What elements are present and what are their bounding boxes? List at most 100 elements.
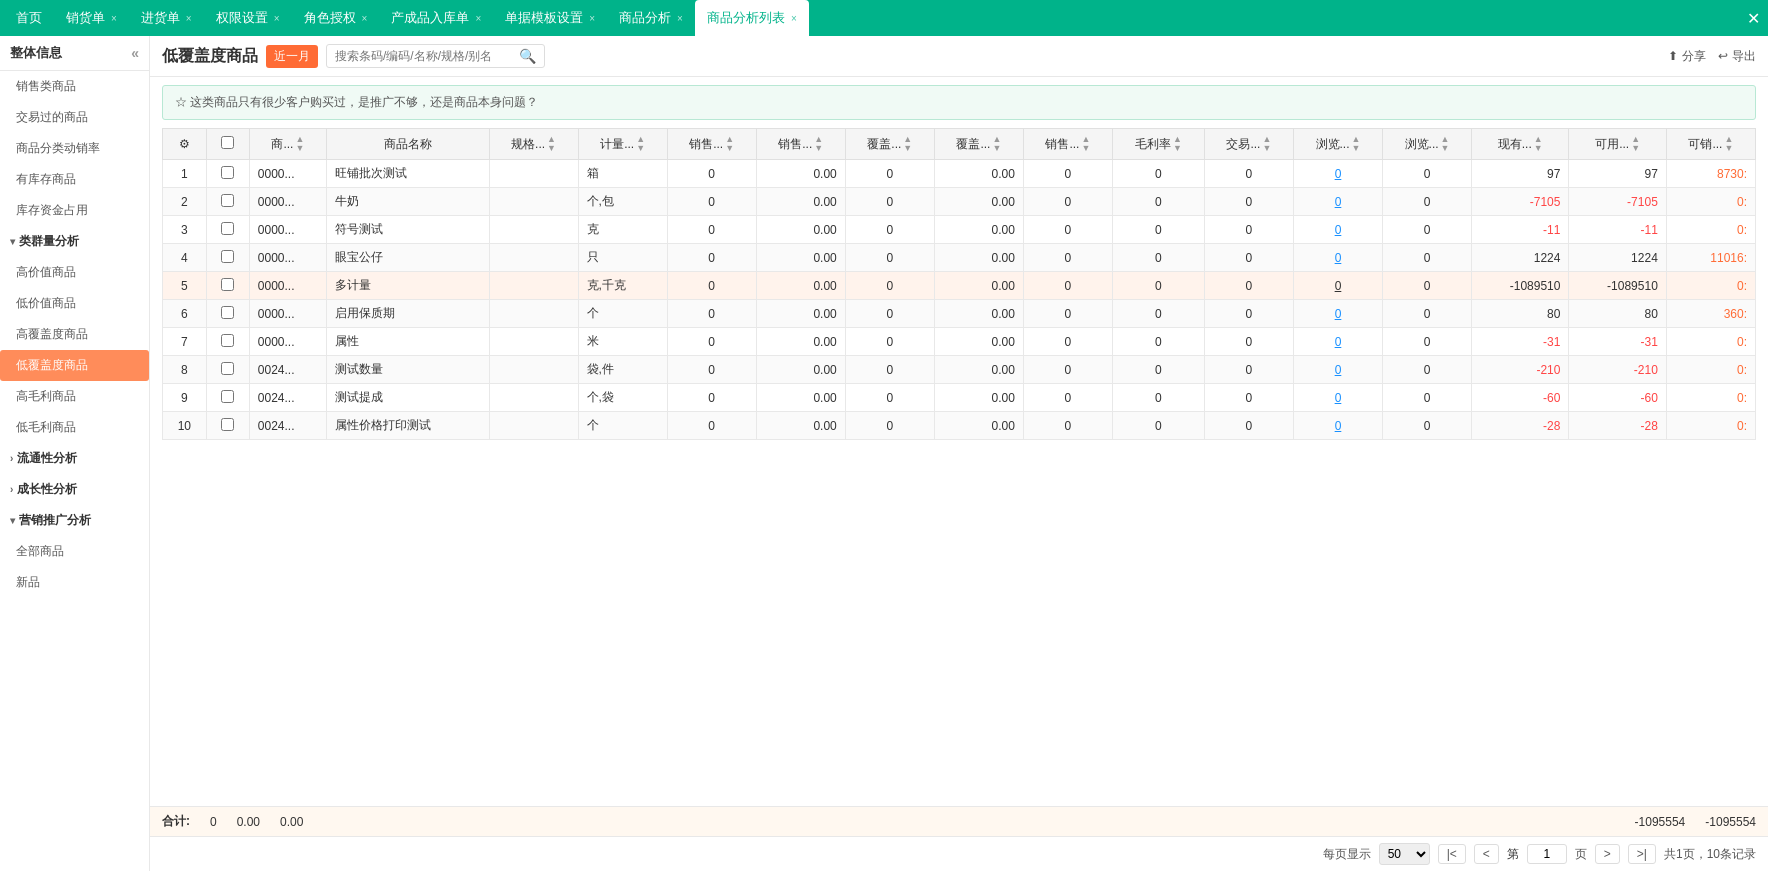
- current-page-input[interactable]: [1527, 844, 1567, 864]
- sidebar-item-category-rate[interactable]: 商品分类动销率: [0, 133, 149, 164]
- gross-margin-column-header[interactable]: 毛利率▲▼: [1112, 129, 1204, 160]
- close-product-inbound-icon[interactable]: ×: [475, 13, 481, 24]
- row-sales-amt: 0.00: [756, 384, 845, 412]
- row-sales-amt: 0.00: [756, 272, 845, 300]
- tab-purchase-order[interactable]: 进货单 ×: [129, 0, 204, 36]
- row-checkbox[interactable]: [206, 160, 249, 188]
- code-column-header[interactable]: 商...▲▼: [249, 129, 326, 160]
- close-role-auth-icon[interactable]: ×: [362, 13, 368, 24]
- sidebar-item-high-value[interactable]: 高价值商品: [0, 257, 149, 288]
- sidebar-item-stocked-goods[interactable]: 有库存商品: [0, 164, 149, 195]
- sidebar-group-marketing[interactable]: ▾ 营销推广分析: [0, 505, 149, 536]
- row-browse1[interactable]: 0: [1293, 160, 1382, 188]
- row-coverage2: 0.00: [934, 160, 1023, 188]
- row-browse1[interactable]: 0: [1293, 272, 1382, 300]
- sidebar-group-cluster[interactable]: ▾ 类群量分析: [0, 226, 149, 257]
- sidebar-item-stock-fund[interactable]: 库存资金占用: [0, 195, 149, 226]
- row-browse1[interactable]: 0: [1293, 356, 1382, 384]
- transaction-column-header[interactable]: 交易...▲▼: [1204, 129, 1293, 160]
- sidebar-item-high-coverage[interactable]: 高覆盖度商品: [0, 319, 149, 350]
- sidebar-item-all-goods[interactable]: 全部商品: [0, 536, 149, 567]
- browse1-column-header[interactable]: 浏览...▲▼: [1293, 129, 1382, 160]
- row-unit: 个: [578, 300, 667, 328]
- tab-role-auth[interactable]: 角色授权 ×: [292, 0, 380, 36]
- current-stock-column-header[interactable]: 现有...▲▼: [1472, 129, 1569, 160]
- page-size-select[interactable]: 20 50 100: [1379, 843, 1430, 865]
- close-sales-order-icon[interactable]: ×: [111, 13, 117, 24]
- coverage1-column-header[interactable]: 覆盖...▲▼: [845, 129, 934, 160]
- tab-product-analysis[interactable]: 商品分析 ×: [607, 0, 695, 36]
- sellable-column-header[interactable]: 可销...▲▼: [1666, 129, 1755, 160]
- close-product-analysis-list-icon[interactable]: ×: [791, 13, 797, 24]
- sales-qty-column-header[interactable]: 销售...▲▼: [667, 129, 756, 160]
- browse2-column-header[interactable]: 浏览...▲▼: [1383, 129, 1472, 160]
- sidebar-item-new-goods[interactable]: 新品: [0, 567, 149, 598]
- row-browse1[interactable]: 0: [1293, 216, 1382, 244]
- search-icon: 🔍: [519, 48, 536, 64]
- sidebar-item-sales-goods[interactable]: 销售类商品: [0, 71, 149, 102]
- total-records: 共1页，10条记录: [1664, 846, 1756, 863]
- sidebar-group-growth[interactable]: › 成长性分析: [0, 474, 149, 505]
- sidebar-item-low-margin[interactable]: 低毛利商品: [0, 412, 149, 443]
- tab-product-analysis-list[interactable]: 商品分析列表 ×: [695, 0, 809, 36]
- row-checkbox[interactable]: [206, 216, 249, 244]
- close-product-analysis-icon[interactable]: ×: [677, 13, 683, 24]
- row-browse1[interactable]: 0: [1293, 328, 1382, 356]
- sidebar-collapse-icon[interactable]: «: [131, 45, 139, 61]
- table-container[interactable]: ⚙ 商...▲▼ 商品名称 规格...▲▼ 计量...▲▼ 销售...▲▼ 销售…: [150, 128, 1768, 806]
- row-checkbox[interactable]: [206, 188, 249, 216]
- settings-column-header[interactable]: ⚙: [163, 129, 207, 160]
- next-page-button[interactable]: >: [1595, 844, 1620, 864]
- export-button[interactable]: ↩ 导出: [1718, 48, 1756, 65]
- close-all-tabs-icon[interactable]: ✕: [1747, 9, 1760, 28]
- row-browse1[interactable]: 0: [1293, 244, 1382, 272]
- row-coverage2: 0.00: [934, 328, 1023, 356]
- sidebar-item-traded-goods[interactable]: 交易过的商品: [0, 102, 149, 133]
- sidebar-item-low-coverage[interactable]: 低覆盖度商品: [0, 350, 149, 381]
- tab-permission-settings[interactable]: 权限设置 ×: [204, 0, 292, 36]
- prev-page-button[interactable]: <: [1474, 844, 1499, 864]
- page-label: 第: [1507, 846, 1519, 863]
- sidebar-item-high-margin[interactable]: 高毛利商品: [0, 381, 149, 412]
- close-template-icon[interactable]: ×: [589, 13, 595, 24]
- row-checkbox[interactable]: [206, 412, 249, 440]
- row-checkbox[interactable]: [206, 244, 249, 272]
- search-input[interactable]: [335, 49, 515, 63]
- coverage2-column-header[interactable]: 覆盖...▲▼: [934, 129, 1023, 160]
- tab-sales-order[interactable]: 销货单 ×: [54, 0, 129, 36]
- share-button[interactable]: ⬆ 分享: [1668, 48, 1706, 65]
- last-page-button[interactable]: >|: [1628, 844, 1656, 864]
- sales-amt-column-header[interactable]: 销售...▲▼: [756, 129, 845, 160]
- row-spec: [489, 384, 578, 412]
- row-browse1[interactable]: 0: [1293, 188, 1382, 216]
- row-checkbox[interactable]: [206, 384, 249, 412]
- spec-column-header[interactable]: 规格...▲▼: [489, 129, 578, 160]
- sales-count-column-header[interactable]: 销售...▲▼: [1023, 129, 1112, 160]
- unit-column-header[interactable]: 计量...▲▼: [578, 129, 667, 160]
- row-browse1[interactable]: 0: [1293, 384, 1382, 412]
- row-checkbox[interactable]: [206, 300, 249, 328]
- row-checkbox[interactable]: [206, 356, 249, 384]
- table-row: 5 0000... 多计量 克,千克 0 0.00 0 0.00 0 0 0 0…: [163, 272, 1756, 300]
- row-code: 0000...: [249, 216, 326, 244]
- row-coverage2: 0.00: [934, 272, 1023, 300]
- sidebar-group-flow[interactable]: › 流通性分析: [0, 443, 149, 474]
- tab-product-inbound[interactable]: 产成品入库单 ×: [379, 0, 493, 36]
- close-permission-icon[interactable]: ×: [274, 13, 280, 24]
- row-browse1[interactable]: 0: [1293, 300, 1382, 328]
- row-code: 0024...: [249, 356, 326, 384]
- tab-home[interactable]: 首页: [4, 0, 54, 36]
- table-row: 6 0000... 启用保质期 个 0 0.00 0 0.00 0 0 0 0 …: [163, 300, 1756, 328]
- checkbox-column-header[interactable]: [206, 129, 249, 160]
- close-purchase-order-icon[interactable]: ×: [186, 13, 192, 24]
- available-column-header[interactable]: 可用...▲▼: [1569, 129, 1666, 160]
- name-column-header[interactable]: 商品名称: [327, 129, 490, 160]
- sidebar-item-low-value[interactable]: 低价值商品: [0, 288, 149, 319]
- row-checkbox[interactable]: [206, 328, 249, 356]
- row-checkbox[interactable]: [206, 272, 249, 300]
- select-all-checkbox[interactable]: [221, 136, 234, 149]
- period-button[interactable]: 近一月: [266, 45, 318, 68]
- tab-template-settings[interactable]: 单据模板设置 ×: [493, 0, 607, 36]
- first-page-button[interactable]: |<: [1438, 844, 1466, 864]
- row-browse1[interactable]: 0: [1293, 412, 1382, 440]
